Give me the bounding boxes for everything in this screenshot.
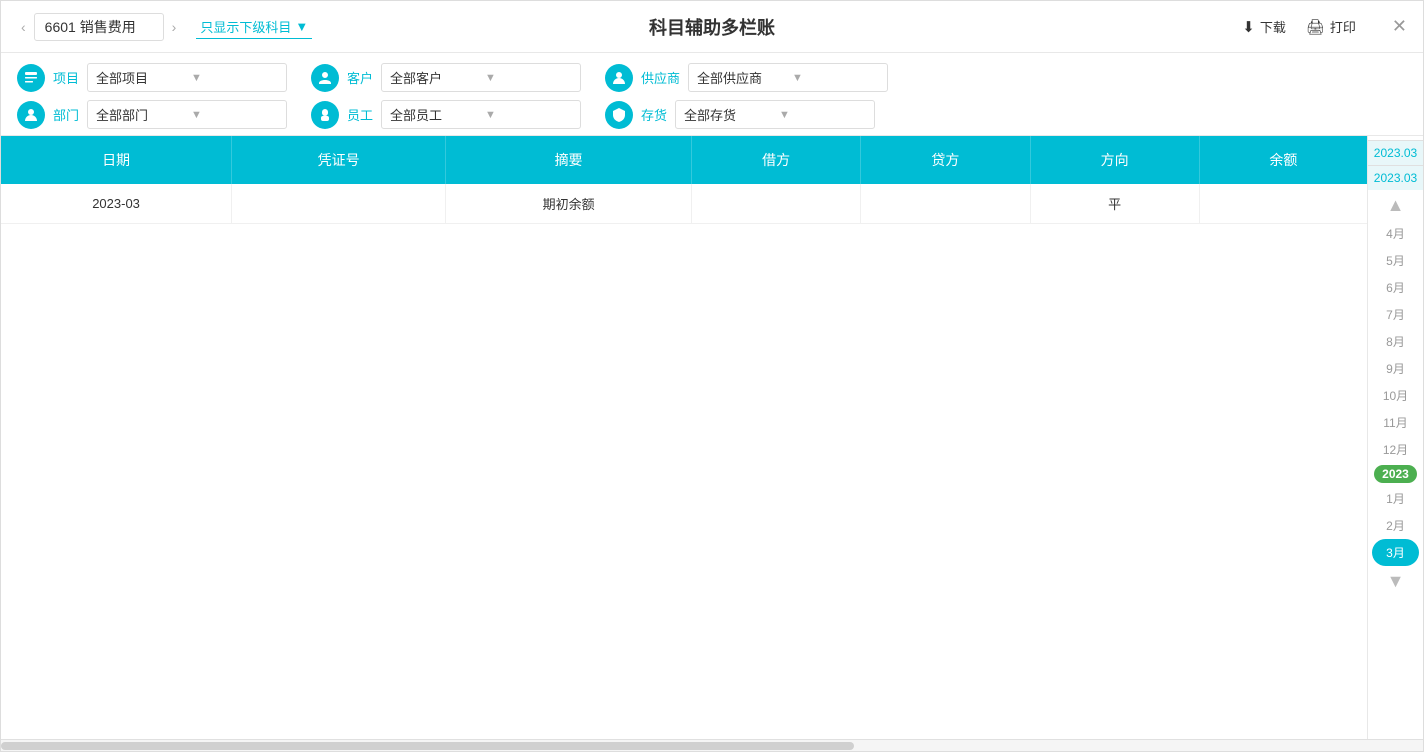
inventory-arrow-icon: ▼	[779, 109, 866, 121]
cell-credit	[861, 184, 1030, 224]
cell-date: 2023-03	[1, 184, 232, 224]
prev-account-arrow[interactable]: ‹	[17, 17, 30, 37]
dept-label: 部门	[53, 105, 79, 124]
supplier-icon	[605, 64, 633, 92]
cell-summary: 期初余额	[446, 184, 692, 224]
customer-label: 客户	[347, 68, 373, 87]
col-date: 日期	[1, 136, 232, 184]
filter-item-customer: 客户 全部客户 ▼	[311, 63, 581, 92]
project-select[interactable]: 全部项目 ▼	[87, 63, 287, 92]
project-icon	[17, 64, 45, 92]
filter-row-1: 项目 全部项目 ▼ 客户 全部客户 ▼	[17, 63, 1407, 92]
sidebar-month-active[interactable]: 3月	[1372, 539, 1419, 566]
filter-row-2: 部门 全部部门 ▼ 员工 全部员工 ▼	[17, 100, 1407, 129]
sidebar-month-12月[interactable]: 12月	[1367, 436, 1423, 463]
col-summary: 摘要	[446, 136, 692, 184]
dept-icon	[17, 101, 45, 129]
employee-arrow-icon: ▼	[485, 109, 572, 121]
sidebar-month-5月[interactable]: 5月	[1367, 247, 1423, 274]
main-window: ‹ 6601 销售费用 › 只显示下级科目 ▼ 科目辅助多栏账 ⬇ 下载 🖨 打…	[0, 0, 1424, 752]
dept-select[interactable]: 全部部门 ▼	[87, 100, 287, 129]
inventory-icon	[605, 101, 633, 129]
cell-direction: 平	[1030, 184, 1199, 224]
print-icon: 🖨	[1306, 18, 1325, 36]
scrollbar-thumb[interactable]	[1, 742, 854, 750]
filter-area: 项目 全部项目 ▼ 客户 全部客户 ▼	[1, 53, 1423, 136]
sidebar-month-8月[interactable]: 8月	[1367, 328, 1423, 355]
employee-icon	[311, 101, 339, 129]
right-sidebar: 2023.03 2023.03 ▲ 4月5月6月7月8月9月10月11月12月 2…	[1367, 136, 1423, 739]
project-label: 项目	[53, 68, 79, 87]
horizontal-scrollbar[interactable]	[1, 739, 1423, 751]
show-sub-button[interactable]: 只显示下级科目 ▼	[196, 15, 312, 39]
sidebar-month-4月[interactable]: 4月	[1367, 220, 1423, 247]
col-voucher: 凭证号	[232, 136, 446, 184]
col-balance: 余额	[1199, 136, 1367, 184]
inventory-label: 存货	[641, 105, 667, 124]
customer-arrow-icon: ▼	[485, 72, 572, 84]
sidebar-month-1月[interactable]: 1月	[1367, 485, 1423, 512]
next-account-arrow[interactable]: ›	[168, 17, 181, 37]
col-credit: 贷方	[861, 136, 1030, 184]
data-table: 日期 凭证号 摘要 借方 贷方 方向 余额 2023-03 期初余额 平	[1, 136, 1367, 224]
download-button[interactable]: ⬇ 下载	[1242, 17, 1286, 36]
supplier-value: 全部供应商	[697, 68, 784, 87]
dept-value: 全部部门	[96, 105, 183, 124]
filter-item-employee: 员工 全部员工 ▼	[311, 100, 581, 129]
employee-value: 全部员工	[390, 105, 477, 124]
sidebar-months: 4月5月6月7月8月9月10月11月12月 2023 1月2月3月	[1367, 220, 1423, 566]
cell-voucher	[232, 184, 446, 224]
sidebar-month-10月[interactable]: 10月	[1367, 382, 1423, 409]
sidebar-month-7月[interactable]: 7月	[1367, 301, 1423, 328]
sidebar-month-2月[interactable]: 2月	[1367, 512, 1423, 539]
table-area: 日期 凭证号 摘要 借方 贷方 方向 余额 2023-03 期初余额 平	[1, 136, 1367, 739]
download-icon: ⬇	[1242, 18, 1255, 36]
cell-debit	[692, 184, 861, 224]
dept-arrow-icon: ▼	[191, 109, 278, 121]
close-button[interactable]: ✕	[1392, 16, 1407, 37]
customer-icon	[311, 64, 339, 92]
sidebar-section-2023-03-top[interactable]: 2023.03	[1368, 140, 1423, 165]
employee-label: 员工	[347, 105, 373, 124]
sidebar-up-arrow[interactable]: ▲	[1381, 190, 1411, 220]
sidebar-section-2023-03-sub[interactable]: 2023.03	[1368, 165, 1423, 190]
print-button[interactable]: 🖨 打印	[1306, 17, 1356, 36]
sidebar-month-11月[interactable]: 11月	[1367, 409, 1423, 436]
show-sub-arrow-icon: ▼	[295, 19, 308, 34]
customer-value: 全部客户	[390, 68, 477, 87]
filter-item-project: 项目 全部项目 ▼	[17, 63, 287, 92]
account-code-display[interactable]: 6601 销售费用	[34, 13, 164, 41]
col-debit: 借方	[692, 136, 861, 184]
filter-item-dept: 部门 全部部门 ▼	[17, 100, 287, 129]
download-label: 下载	[1260, 17, 1286, 36]
supplier-label: 供应商	[641, 68, 680, 87]
project-arrow-icon: ▼	[191, 72, 278, 84]
sidebar-month-6月[interactable]: 6月	[1367, 274, 1423, 301]
table-body: 2023-03 期初余额 平	[1, 184, 1367, 224]
supplier-select[interactable]: 全部供应商 ▼	[688, 63, 888, 92]
sidebar-down-arrow[interactable]: ▼	[1381, 566, 1411, 596]
sidebar-month-9月[interactable]: 9月	[1367, 355, 1423, 382]
cell-balance	[1199, 184, 1367, 224]
account-nav: ‹ 6601 销售费用 ›	[17, 13, 180, 41]
customer-select[interactable]: 全部客户 ▼	[381, 63, 581, 92]
employee-select[interactable]: 全部员工 ▼	[381, 100, 581, 129]
inventory-value: 全部存货	[684, 105, 771, 124]
supplier-arrow-icon: ▼	[792, 72, 879, 84]
sidebar-year-2023[interactable]: 2023	[1374, 465, 1417, 483]
table-header: 日期 凭证号 摘要 借方 贷方 方向 余额	[1, 136, 1367, 184]
top-actions: ⬇ 下载 🖨 打印 ✕	[1242, 16, 1407, 37]
top-bar: ‹ 6601 销售费用 › 只显示下级科目 ▼ 科目辅助多栏账 ⬇ 下载 🖨 打…	[1, 1, 1423, 53]
project-value: 全部项目	[96, 68, 183, 87]
filter-item-inventory: 存货 全部存货 ▼	[605, 100, 875, 129]
col-direction: 方向	[1030, 136, 1199, 184]
show-sub-label: 只显示下级科目	[200, 17, 291, 36]
content-wrapper: 日期 凭证号 摘要 借方 贷方 方向 余额 2023-03 期初余额 平 2023.…	[1, 136, 1423, 739]
inventory-select[interactable]: 全部存货 ▼	[675, 100, 875, 129]
print-label: 打印	[1330, 17, 1356, 36]
page-title: 科目辅助多栏账	[649, 14, 775, 40]
table-row: 2023-03 期初余额 平	[1, 184, 1367, 224]
filter-item-supplier: 供应商 全部供应商 ▼	[605, 63, 888, 92]
